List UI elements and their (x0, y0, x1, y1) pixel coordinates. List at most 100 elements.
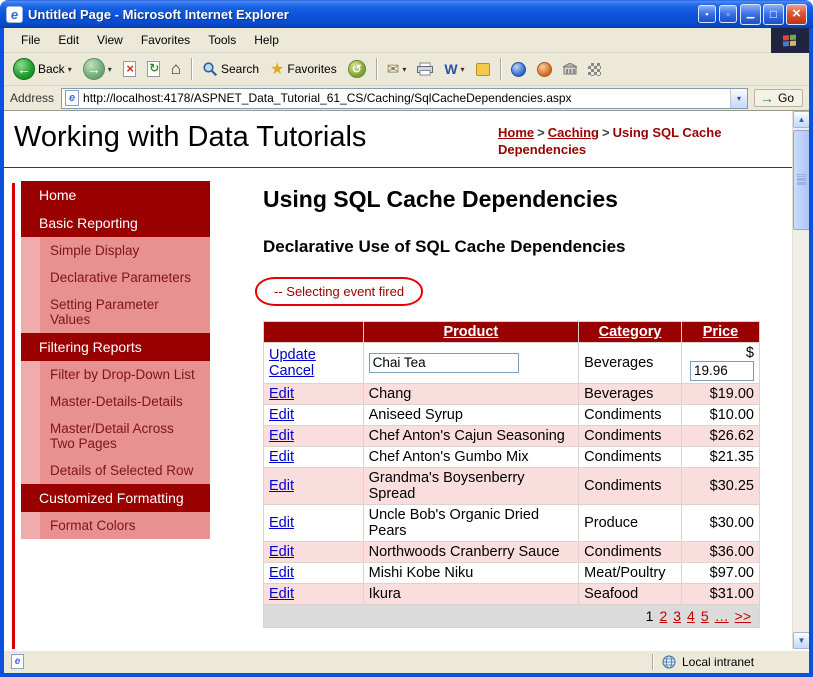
breadcrumb-home-link[interactable]: Home (498, 125, 534, 140)
home-button[interactable]: ⌂ (166, 57, 186, 81)
sort-price-link[interactable]: Price (703, 324, 738, 340)
refresh-button[interactable]: ↻ (142, 59, 165, 79)
menu-tools[interactable]: Tools (199, 28, 245, 52)
pager-ellipsis-link[interactable]: … (715, 608, 729, 624)
menu-bar: File Edit View Favorites Tools Help (4, 28, 809, 53)
minimize-button[interactable]: ▁ (740, 3, 761, 25)
edit-link[interactable]: Edit (269, 515, 294, 531)
sidebar-item-details-of-selected-row[interactable]: Details of Selected Row (21, 456, 210, 484)
cancel-link[interactable]: Cancel (269, 363, 314, 379)
menu-edit[interactable]: Edit (49, 28, 88, 52)
edit-link[interactable]: Edit (269, 586, 294, 602)
discuss-button[interactable] (471, 61, 495, 78)
scroll-down-button[interactable]: ▼ (793, 632, 809, 649)
menu-favorites[interactable]: Favorites (132, 28, 199, 52)
nav-indent (21, 456, 40, 484)
close-button[interactable]: × (786, 3, 807, 25)
nav-indent (21, 511, 40, 539)
sidebar-item-simple-display[interactable]: Simple Display (21, 236, 210, 264)
edit-link[interactable]: Edit (269, 428, 294, 444)
back-dropdown-icon[interactable]: ▾ (68, 65, 72, 74)
sidebar-item-master-detail-across-two-pages[interactable]: Master/Detail Across Two Pages (21, 414, 210, 457)
address-dropdown-button[interactable]: ▾ (729, 88, 747, 108)
research-button[interactable] (558, 61, 582, 77)
pager-next-link[interactable]: >> (735, 608, 751, 624)
dither-grid-button[interactable] (583, 61, 606, 78)
sidebar-item-filter-by-drop-down-list[interactable]: Filter by Drop-Down List (21, 360, 210, 388)
sidebar-item-customized-formatting[interactable]: Customized Formatting (21, 483, 210, 512)
edit-link[interactable]: Edit (269, 478, 294, 494)
header-cell-product: Product (362, 320, 580, 343)
sidebar-item-declarative-parameters[interactable]: Declarative Parameters (21, 263, 210, 291)
price-cell: $97.00 (681, 561, 760, 584)
edit-link[interactable]: Edit (269, 544, 294, 560)
edit-link[interactable]: Edit (269, 407, 294, 423)
pager-page-2-link[interactable]: 2 (659, 608, 667, 624)
pager-page-4-link[interactable]: 4 (687, 608, 695, 624)
currency-label: $ (745, 344, 754, 361)
search-button[interactable]: Search (197, 59, 264, 79)
pager-page-3-link[interactable]: 3 (673, 608, 681, 624)
price-cell: $36.00 (681, 540, 760, 563)
category-cell: Meat/Poultry (578, 561, 682, 584)
media-button[interactable] (532, 60, 557, 79)
sidebar-item-setting-parameter-values[interactable]: Setting Parameter Values (21, 290, 210, 333)
print-button[interactable] (412, 60, 438, 78)
price-input[interactable] (690, 360, 754, 381)
product-cell: Aniseed Syrup (362, 403, 580, 426)
word-dropdown-icon[interactable]: ▾ (461, 65, 465, 74)
scrollbar-thumb[interactable] (793, 130, 809, 230)
maximize-icon: □ (769, 7, 778, 21)
edit-row: Update Cancel Beverages $ (263, 341, 760, 384)
update-link[interactable]: Update (269, 347, 316, 363)
close-icon: × (792, 5, 801, 22)
pager-page-5-link[interactable]: 5 (701, 608, 709, 624)
favorites-button[interactable]: ★ Favorites (265, 57, 342, 81)
edit-link[interactable]: Edit (269, 386, 294, 402)
window-extra-button-1[interactable]: ▪ (698, 5, 716, 23)
breadcrumb-caching-link[interactable]: Caching (548, 125, 599, 140)
status-left-panel: e (8, 653, 650, 671)
scroll-up-button[interactable]: ▲ (793, 111, 809, 128)
price-cell: $30.25 (681, 466, 760, 505)
sidebar-nav: Home Basic Reporting Simple Display Decl… (21, 180, 210, 628)
menu-file[interactable]: File (12, 28, 49, 52)
category-cell: Condiments (578, 424, 682, 447)
product-cell: Grandma's Boysenberry Spread (362, 466, 580, 505)
edit-with-word-button[interactable]: W ▾ (439, 59, 469, 79)
word-icon: W (444, 61, 458, 77)
print-icon (417, 62, 434, 76)
sort-product-link[interactable]: Product (443, 324, 498, 340)
sidebar-item-format-colors[interactable]: Format Colors (21, 511, 210, 539)
window-extra-button-2[interactable]: ▫ (719, 5, 737, 23)
sort-category-link[interactable]: Category (599, 324, 662, 340)
edit-link[interactable]: Edit (269, 565, 294, 581)
sidebar-item-master-details-details[interactable]: Master-Details-Details (21, 387, 210, 415)
status-zone-panel: Local intranet (655, 653, 805, 671)
messenger-button[interactable] (506, 60, 531, 79)
title-bar[interactable]: e Untitled Page - Microsoft Internet Exp… (0, 0, 813, 28)
mail-dropdown-icon[interactable]: ▾ (402, 65, 406, 74)
address-input[interactable] (79, 89, 730, 107)
sidebar-item-home[interactable]: Home (21, 180, 210, 209)
forward-button[interactable]: → ▾ (78, 56, 117, 82)
go-button[interactable]: → Go (753, 89, 803, 107)
product-cell: Chang (362, 382, 580, 405)
menu-view[interactable]: View (88, 28, 132, 52)
product-name-input[interactable] (368, 352, 519, 373)
mail-button[interactable]: ✉ ▾ (382, 58, 412, 80)
maximize-button[interactable]: □ (763, 3, 784, 25)
back-button[interactable]: ← Back ▾ (8, 56, 77, 82)
edit-link[interactable]: Edit (269, 449, 294, 465)
history-button[interactable]: ↺ (343, 58, 371, 80)
vertical-scrollbar[interactable]: ▲ ▼ (792, 111, 809, 649)
menu-help[interactable]: Help (245, 28, 288, 52)
sidebar-item-basic-reporting[interactable]: Basic Reporting (21, 208, 210, 237)
product-row: Edit Chef Anton's Gumbo Mix Condiments $… (263, 445, 760, 468)
toolbar-separator (499, 58, 501, 80)
nav-indent (21, 290, 40, 333)
page-viewport: Working with Data Tutorials Home > Caching… (4, 111, 792, 649)
sidebar-item-filtering-reports[interactable]: Filtering Reports (21, 332, 210, 361)
research-icon (562, 63, 577, 75)
stop-button[interactable]: × (118, 59, 141, 79)
